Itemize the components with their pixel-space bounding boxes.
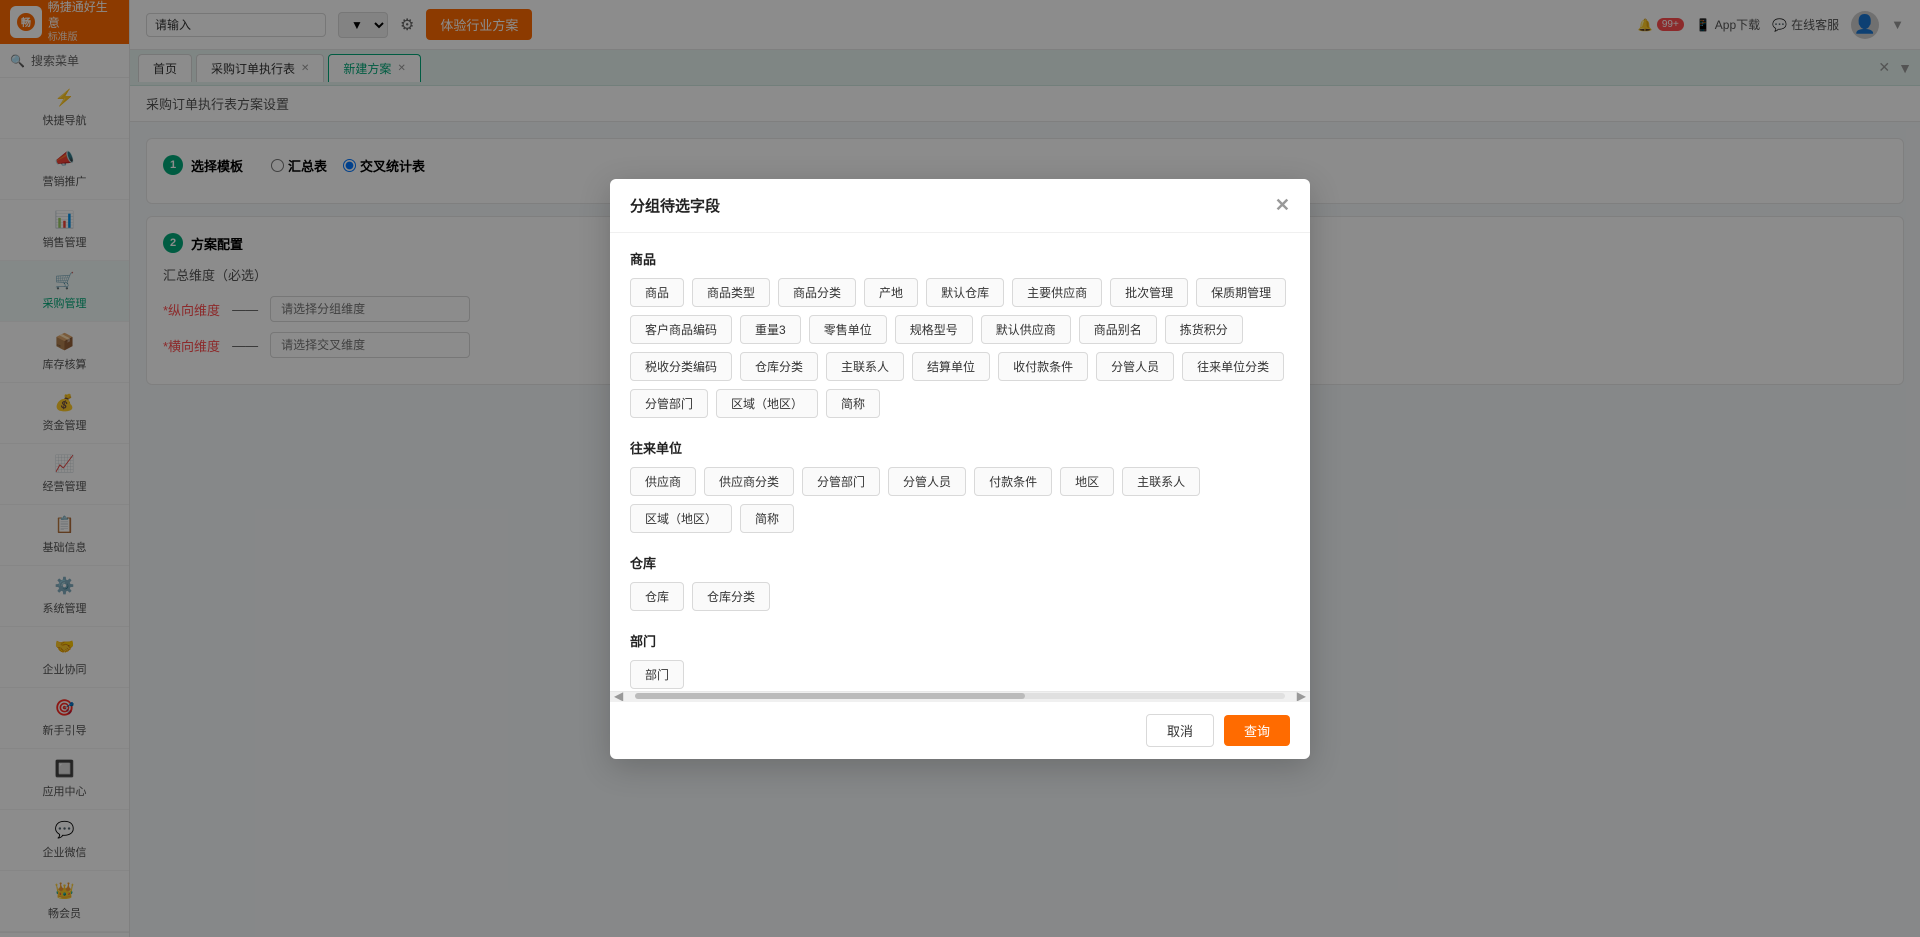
- field-payment-terms[interactable]: 收付款条件: [998, 352, 1088, 381]
- field-pay-terms[interactable]: 付款条件: [974, 467, 1052, 496]
- modal-title: 分组待选字段: [630, 195, 720, 216]
- field-goods-category[interactable]: 商品分类: [778, 278, 856, 307]
- department-tags: 部门: [630, 660, 1290, 689]
- field-region2[interactable]: 地区: [1060, 467, 1114, 496]
- section-counterpart-title: 往来单位: [630, 438, 1290, 457]
- cancel-button[interactable]: 取消: [1146, 714, 1214, 747]
- field-dept[interactable]: 分管部门: [630, 389, 708, 418]
- field-customer-sku[interactable]: 客户商品编码: [630, 315, 732, 344]
- field-batch-mgmt[interactable]: 批次管理: [1110, 278, 1188, 307]
- field-spec-model[interactable]: 规格型号: [895, 315, 973, 344]
- counterpart-tags: 供应商 供应商分类 分管部门 分管人员 付款条件 地区 主联系人 区域（地区） …: [630, 467, 1290, 533]
- modal-header: 分组待选字段 ✕: [610, 179, 1310, 233]
- field-abbr[interactable]: 简称: [826, 389, 880, 418]
- field-partner-cat[interactable]: 往来单位分类: [1182, 352, 1284, 381]
- section-warehouse: 仓库 仓库 仓库分类: [630, 553, 1290, 611]
- field-default-warehouse[interactable]: 默认仓库: [926, 278, 1004, 307]
- field-tax-code[interactable]: 税收分类编码: [630, 352, 732, 381]
- field-pick-points[interactable]: 拣货积分: [1165, 315, 1243, 344]
- field-region3[interactable]: 区域（地区）: [630, 504, 732, 533]
- field-selection-modal: 分组待选字段 ✕ 商品 商品 商品类型 商品分类 产地 默认仓库 主要供应商 批…: [610, 179, 1310, 759]
- field-goods[interactable]: 商品: [630, 278, 684, 307]
- field-charge-person[interactable]: 分管人员: [1096, 352, 1174, 381]
- hscroll-track: [635, 693, 1285, 699]
- section-department: 部门 部门: [630, 631, 1290, 689]
- section-warehouse-title: 仓库: [630, 553, 1290, 572]
- field-warehouse-cat[interactable]: 仓库分类: [740, 352, 818, 381]
- field-dept2[interactable]: 分管部门: [802, 467, 880, 496]
- modal-footer: 取消 查询: [610, 701, 1310, 759]
- field-charge-person2[interactable]: 分管人员: [888, 467, 966, 496]
- section-counterpart: 往来单位 供应商 供应商分类 分管部门 分管人员 付款条件 地区 主联系人 区域…: [630, 438, 1290, 533]
- field-retail-unit[interactable]: 零售单位: [809, 315, 887, 344]
- field-weight[interactable]: 重量3: [740, 315, 801, 344]
- field-abbr2[interactable]: 简称: [740, 504, 794, 533]
- field-region[interactable]: 区域（地区）: [716, 389, 818, 418]
- goods-tags: 商品 商品类型 商品分类 产地 默认仓库 主要供应商 批次管理 保质期管理 客户…: [630, 278, 1290, 418]
- field-goods-type[interactable]: 商品类型: [692, 278, 770, 307]
- hscroll-thumb[interactable]: [635, 693, 1025, 699]
- section-department-title: 部门: [630, 631, 1290, 650]
- field-main-contact2[interactable]: 主联系人: [1122, 467, 1200, 496]
- field-shelf-life[interactable]: 保质期管理: [1196, 278, 1286, 307]
- section-goods: 商品 商品 商品类型 商品分类 产地 默认仓库 主要供应商 批次管理 保质期管理…: [630, 249, 1290, 418]
- field-main-supplier[interactable]: 主要供应商: [1012, 278, 1102, 307]
- section-goods-title: 商品: [630, 249, 1290, 268]
- modal-body: 商品 商品 商品类型 商品分类 产地 默认仓库 主要供应商 批次管理 保质期管理…: [610, 233, 1310, 691]
- field-supplier[interactable]: 供应商: [630, 467, 696, 496]
- field-warehouse[interactable]: 仓库: [630, 582, 684, 611]
- field-main-contact[interactable]: 主联系人: [826, 352, 904, 381]
- modal-hscroll[interactable]: ◀ ▶: [610, 691, 1310, 701]
- field-default-supplier[interactable]: 默认供应商: [981, 315, 1071, 344]
- field-warehouse-category[interactable]: 仓库分类: [692, 582, 770, 611]
- field-goods-alias[interactable]: 商品别名: [1079, 315, 1157, 344]
- field-origin[interactable]: 产地: [864, 278, 918, 307]
- warehouse-tags: 仓库 仓库分类: [630, 582, 1290, 611]
- field-settlement-unit[interactable]: 结算单位: [912, 352, 990, 381]
- field-supplier-cat[interactable]: 供应商分类: [704, 467, 794, 496]
- field-department[interactable]: 部门: [630, 660, 684, 689]
- confirm-button[interactable]: 查询: [1224, 715, 1290, 746]
- modal-close-btn[interactable]: ✕: [1275, 196, 1290, 214]
